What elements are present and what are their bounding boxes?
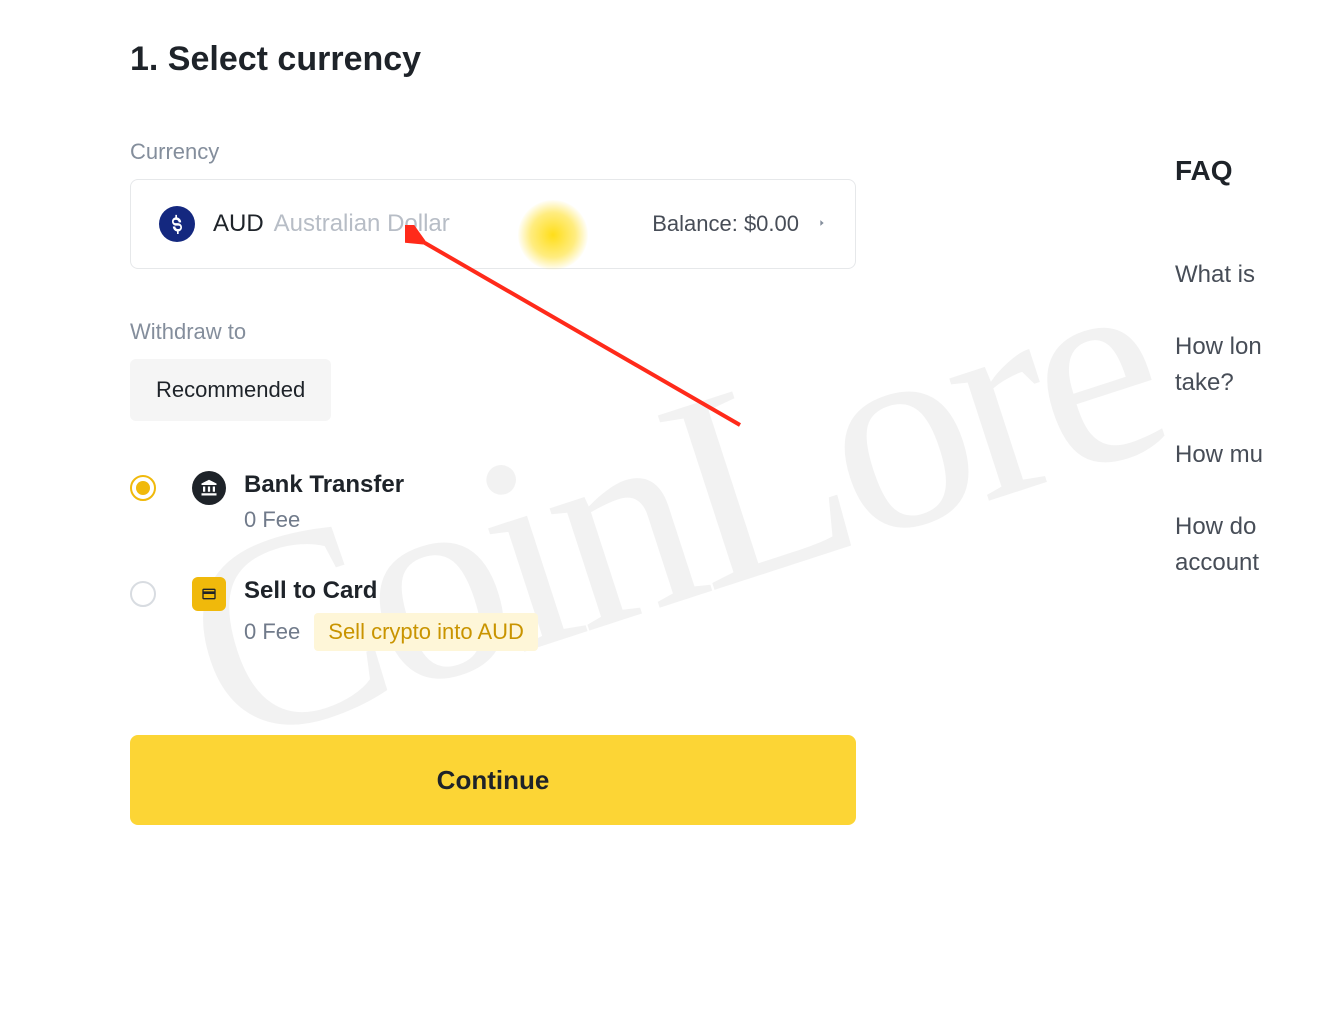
continue-button[interactable]: Continue [130, 735, 856, 825]
faq-item[interactable]: How mu [1175, 437, 1340, 473]
method-fee: 0 Fee [244, 619, 300, 645]
method-title: Bank Transfer [244, 471, 404, 499]
currency-selector[interactable]: AUD Australian Dollar Balance: $0.00 [130, 179, 856, 269]
radio-bank-transfer[interactable] [130, 475, 156, 501]
page-title: 1. Select currency [130, 40, 856, 79]
faq-item[interactable]: What is [1175, 257, 1340, 293]
currency-code: AUD [213, 210, 264, 238]
balance-text: Balance: $0.00 [652, 211, 799, 237]
method-title: Sell to Card [244, 577, 538, 605]
radio-sell-to-card[interactable] [130, 581, 156, 607]
bank-icon [192, 471, 226, 505]
withdraw-to-label: Withdraw to [130, 319, 856, 345]
currency-label: Currency [130, 139, 856, 165]
faq-item[interactable]: How lon take? [1175, 329, 1340, 401]
currency-name: Australian Dollar [274, 210, 450, 238]
chevron-right-icon [817, 215, 827, 233]
withdraw-method-bank-transfer[interactable]: Bank Transfer 0 Fee [130, 471, 856, 533]
card-icon [192, 577, 226, 611]
faq-item[interactable]: How do account [1175, 509, 1340, 581]
withdraw-method-sell-to-card[interactable]: Sell to Card 0 Fee Sell crypto into AUD [130, 577, 856, 651]
tab-recommended[interactable]: Recommended [130, 359, 331, 421]
sell-crypto-pill: Sell crypto into AUD [314, 613, 538, 651]
faq-heading: FAQ [1175, 155, 1340, 187]
method-fee: 0 Fee [244, 507, 300, 533]
dollar-icon [159, 206, 195, 242]
